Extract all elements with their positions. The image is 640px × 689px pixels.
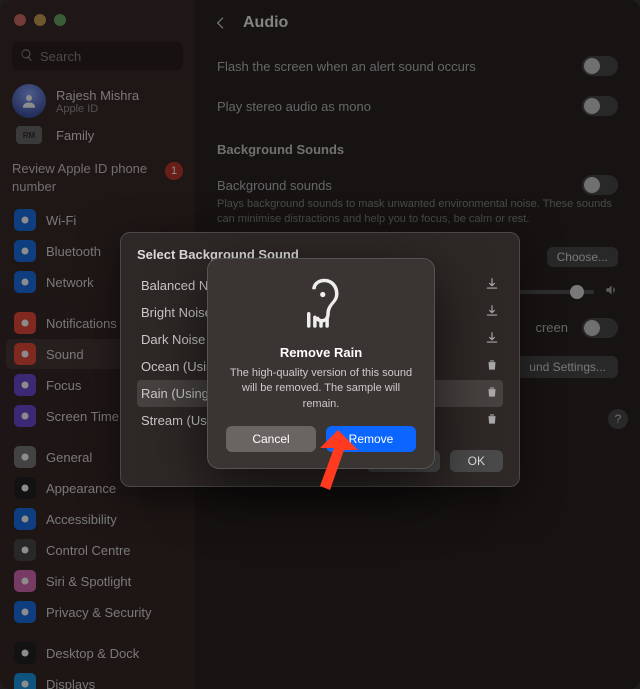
dialog-body: The high-quality version of this sound w…: [226, 366, 416, 412]
sound-item-label: Bright Noise: [141, 305, 212, 320]
remove-button[interactable]: Remove: [326, 426, 416, 452]
system-settings-window: Search Rajesh Mishra Apple ID RM Family …: [0, 0, 640, 689]
sheet-ok-button[interactable]: OK: [450, 450, 503, 472]
sound-item-label: Dark Noise: [141, 332, 205, 347]
cancel-button[interactable]: Cancel: [226, 426, 316, 452]
ear-sound-icon: [226, 277, 416, 333]
download-icon[interactable]: [485, 304, 499, 321]
download-icon[interactable]: [485, 331, 499, 348]
download-icon[interactable]: [485, 277, 499, 294]
trash-icon[interactable]: [485, 412, 499, 429]
trash-icon[interactable]: [485, 358, 499, 375]
trash-icon[interactable]: [485, 385, 499, 402]
dialog-title: Remove Rain: [226, 345, 416, 360]
remove-sound-dialog: Remove Rain The high-quality version of …: [207, 258, 435, 469]
